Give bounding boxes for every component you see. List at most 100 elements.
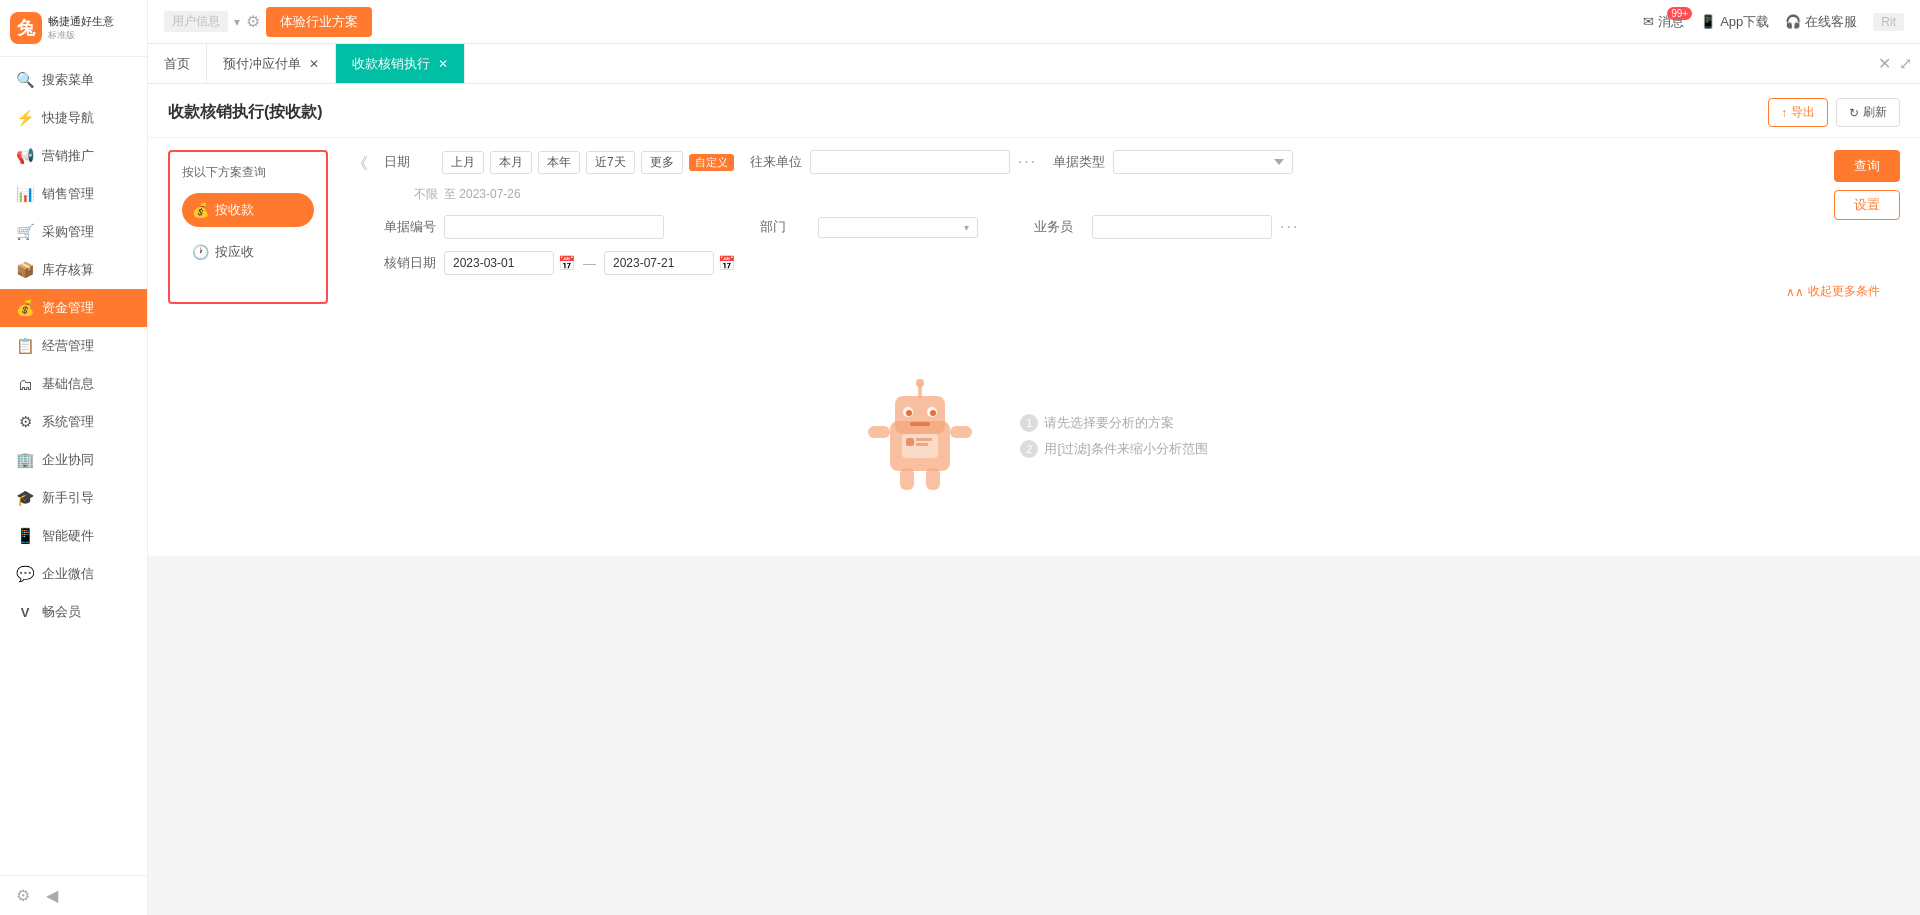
sidebar-item-label: 企业协同 [42, 451, 94, 469]
sidebar-item-label: 企业微信 [42, 565, 94, 583]
page-inner: 收款核销执行(按收款) ↑ 导出 ↻ 刷新 按以下方案查询 [148, 84, 1920, 556]
svg-point-16 [916, 379, 924, 387]
sidebar-item-operations[interactable]: 📋 经营管理 [0, 327, 147, 365]
date-range-sep: — [583, 256, 596, 271]
sidebar-item-basic-info[interactable]: 🗂 基础信息 [0, 365, 147, 403]
main-area: 用户信息 ▾ ⚙ 体验行业方案 ✉ 消息 99+ 📱 App下载 🎧 在线客服 … [148, 0, 1920, 915]
sidebar-item-marketing[interactable]: 📢 营销推广 [0, 137, 147, 175]
sidebar-item-enterprise[interactable]: 🏢 企业协同 [0, 441, 147, 479]
tab-collection[interactable]: 收款核销执行 ✕ [336, 44, 465, 83]
query-button[interactable]: 查询 [1834, 150, 1900, 182]
bill-type-select[interactable] [1113, 150, 1293, 174]
sidebar-item-sales[interactable]: 📊 销售管理 [0, 175, 147, 213]
verify-date-end-group: 📅 [604, 251, 735, 275]
phone-icon: 📱 [1700, 14, 1716, 29]
refresh-button[interactable]: ↻ 刷新 [1836, 98, 1900, 127]
sidebar-item-purchase[interactable]: 🛒 采购管理 [0, 213, 147, 251]
sidebar-item-guide[interactable]: 🎓 新手引导 [0, 479, 147, 517]
sales-icon: 📊 [16, 185, 34, 203]
bill-no-label: 单据编号 [384, 218, 436, 236]
counterpart-more-icon[interactable]: ··· [1018, 153, 1037, 171]
sidebar-item-system[interactable]: ⚙ 系统管理 [0, 403, 147, 441]
page-actions: ↑ 导出 ↻ 刷新 [1768, 98, 1900, 127]
filter-collapse-icon[interactable]: 《 [352, 154, 368, 175]
inventory-icon: 📦 [16, 261, 34, 279]
sidebar-item-wechat[interactable]: 💬 企业微信 [0, 555, 147, 593]
sidebar-bottom: ⚙ ◀ [0, 875, 147, 915]
bill-type-field: 单据类型 [1053, 150, 1293, 174]
verify-end-calendar-icon[interactable]: 📅 [718, 255, 735, 271]
bill-no-input[interactable] [444, 215, 664, 239]
date-btn-7days[interactable]: 近7天 [586, 151, 635, 174]
tip-num-1: 1 [1020, 414, 1038, 432]
enterprise-icon: 🏢 [16, 451, 34, 469]
sidebar-item-label: 销售管理 [42, 185, 94, 203]
operations-icon: 📋 [16, 337, 34, 355]
bill-type-label: 单据类型 [1053, 153, 1105, 171]
filter-option-by-receivable[interactable]: 🕐 按应收 [182, 235, 314, 269]
guide-icon: 🎓 [16, 489, 34, 507]
wechat-icon: 💬 [16, 565, 34, 583]
sidebar-item-label: 智能硬件 [42, 527, 94, 545]
verify-date-start-group: 📅 [444, 251, 575, 275]
tab-expand-icon[interactable]: ⤢ [1899, 54, 1912, 73]
svg-rect-1 [895, 396, 945, 434]
collapse-more-button[interactable]: ∧∧ 收起更多条件 [384, 279, 1900, 304]
header-user-text: 用户信息 [164, 11, 228, 32]
svg-rect-12 [906, 438, 914, 446]
setting-button[interactable]: 设置 [1834, 190, 1900, 220]
verify-start-input[interactable] [444, 251, 554, 275]
solution-button[interactable]: 体验行业方案 [266, 7, 372, 37]
tip-num-2: 2 [1020, 440, 1038, 458]
online-service-button[interactable]: 🎧 在线客服 [1785, 13, 1857, 31]
tab-home[interactable]: 首页 [148, 44, 207, 83]
sidebar-item-finance[interactable]: 💰 资金管理 [0, 289, 147, 327]
staff-more-icon[interactable]: ··· [1280, 218, 1299, 236]
app-download-button[interactable]: 📱 App下载 [1700, 13, 1769, 31]
date-btn-more[interactable]: 更多 [641, 151, 683, 174]
staff-input[interactable] [1092, 215, 1272, 239]
sidebar-item-member[interactable]: V 畅会员 [0, 593, 147, 631]
tab-prepay[interactable]: 预付冲应付单 ✕ [207, 44, 336, 83]
date-btn-this-month[interactable]: 本月 [490, 151, 532, 174]
sidebar-item-label: 采购管理 [42, 223, 94, 241]
tab-prepay-close[interactable]: ✕ [309, 57, 319, 71]
staff-label: 业务员 [1034, 218, 1084, 236]
sidebar-item-quick-nav[interactable]: ⚡ 快捷导航 [0, 99, 147, 137]
verify-end-input[interactable] [604, 251, 714, 275]
filter-action-buttons: 查询 设置 [1834, 150, 1900, 220]
export-button[interactable]: ↑ 导出 [1768, 98, 1828, 127]
purchase-icon: 🛒 [16, 223, 34, 241]
top-header: 用户信息 ▾ ⚙ 体验行业方案 ✉ 消息 99+ 📱 App下载 🎧 在线客服 … [148, 0, 1920, 44]
svg-rect-9 [900, 468, 914, 490]
page-header: 收款核销执行(按收款) ↑ 导出 ↻ 刷新 [148, 84, 1920, 138]
refresh-label: 刷新 [1863, 104, 1887, 121]
counterpart-input[interactable] [810, 150, 1010, 174]
settings-bottom-icon[interactable]: ⚙ [16, 886, 30, 905]
sidebar-item-inventory[interactable]: 📦 库存核算 [0, 251, 147, 289]
sidebar-menu: 🔍 搜索菜单 ⚡ 快捷导航 📢 营销推广 📊 销售管理 🛒 采购管理 📦 库存核… [0, 57, 147, 875]
dept-select[interactable]: ▾ [818, 217, 978, 238]
empty-state-area: 1 请先选择要分析的方案 2 用[过滤]条件来缩小分析范围 [148, 316, 1920, 556]
member-icon: V [16, 605, 34, 620]
sidebar-item-search[interactable]: 🔍 搜索菜单 [0, 61, 147, 99]
message-button[interactable]: ✉ 消息 99+ [1643, 13, 1684, 31]
basic-info-icon: 🗂 [16, 376, 34, 393]
date-label: 日期 [384, 153, 434, 171]
collapse-sidebar-icon[interactable]: ◀ [46, 886, 58, 905]
tab-collection-close[interactable]: ✕ [438, 57, 448, 71]
username-display: Rit [1873, 13, 1904, 31]
dept-field: 部门 ▾ [760, 217, 978, 238]
sidebar-item-smart-hw[interactable]: 📱 智能硬件 [0, 517, 147, 555]
svg-point-5 [930, 410, 936, 416]
header-dropdown-icon[interactable]: ▾ [234, 15, 240, 29]
date-btn-last-month[interactable]: 上月 [442, 151, 484, 174]
header-logo-area: 用户信息 ▾ ⚙ 体验行业方案 [164, 7, 1631, 37]
header-gear-icon[interactable]: ⚙ [246, 12, 260, 31]
filter-option-by-collection[interactable]: 💰 按收款 [182, 193, 314, 227]
tab-close-all-icon[interactable]: ✕ [1878, 54, 1891, 73]
verify-start-calendar-icon[interactable]: 📅 [558, 255, 575, 271]
verify-date-row: 核销日期 📅 — 📅 [384, 251, 1814, 275]
headset-icon: 🎧 [1785, 14, 1801, 29]
date-btn-this-year[interactable]: 本年 [538, 151, 580, 174]
